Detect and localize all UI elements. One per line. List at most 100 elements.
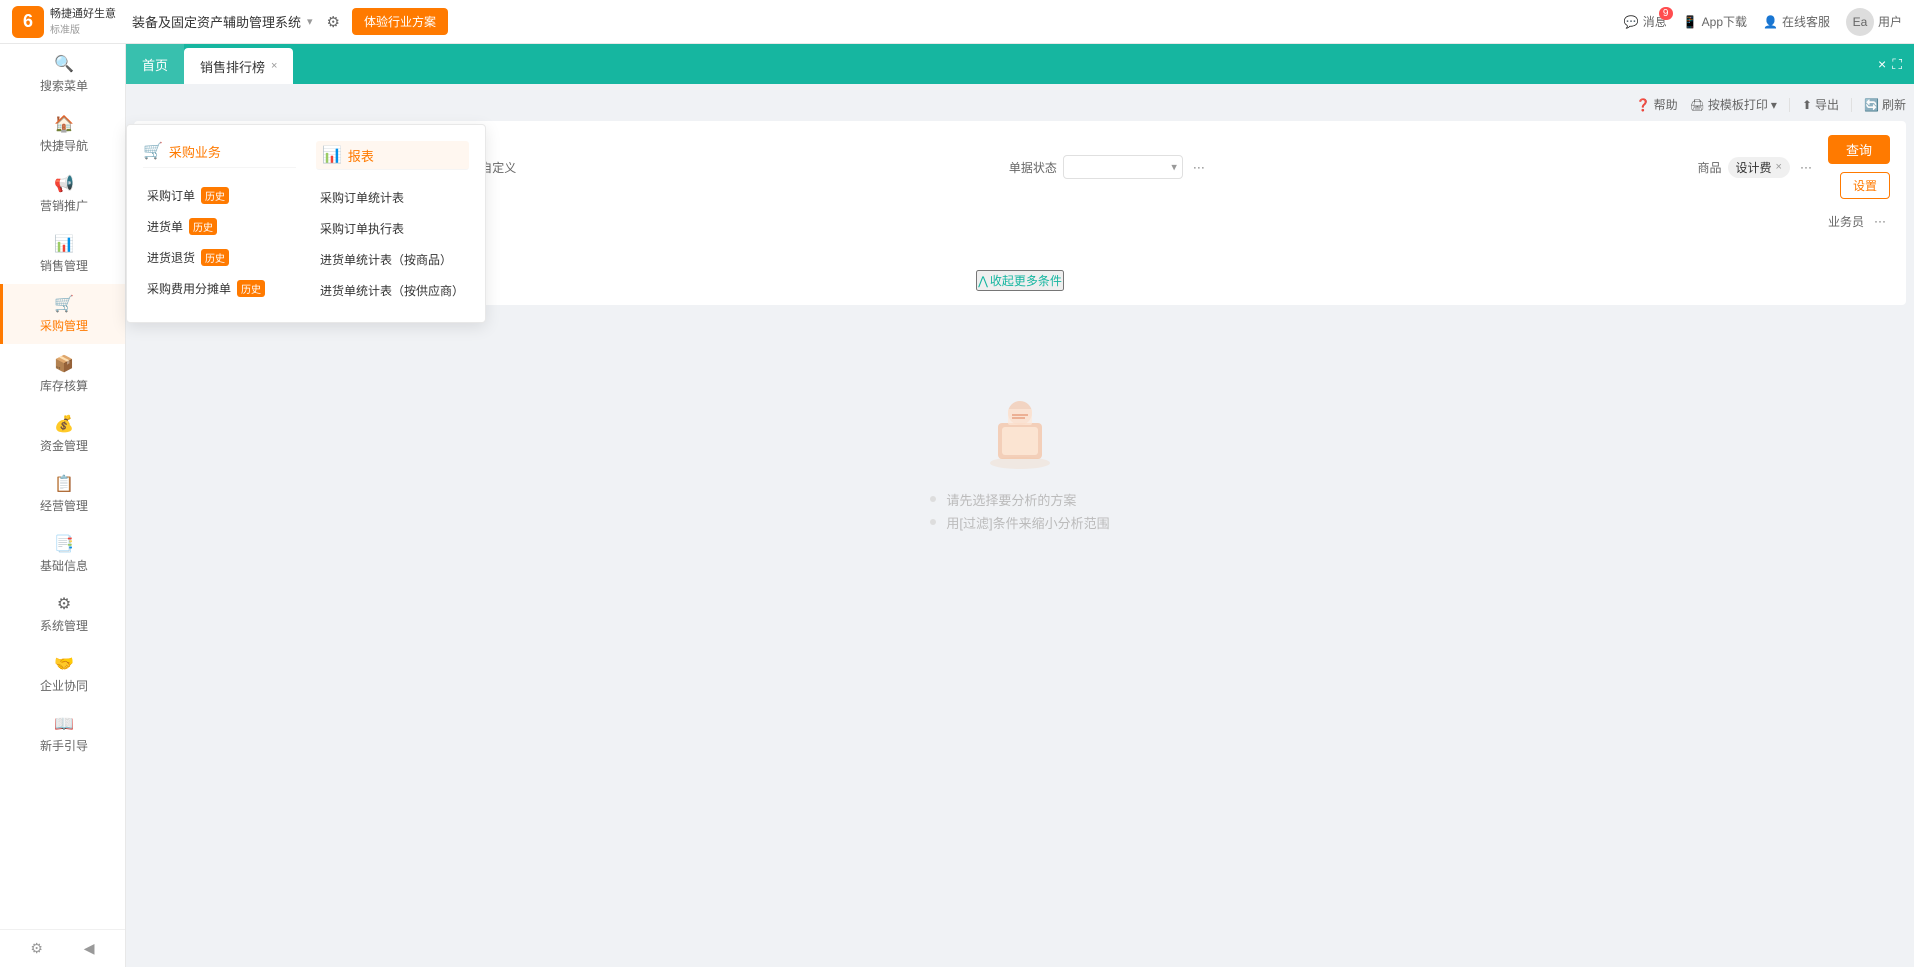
toolbar-divider2 [1851, 98, 1852, 112]
finance-label: 资金管理 [40, 437, 88, 454]
message-btn[interactable]: 💬 消息 9 [1624, 13, 1667, 30]
help-icon: ❓ [1636, 98, 1651, 112]
page-body: 🛒 采购业务 采购订单历史进货单历史进货退货历史采购费用分摊单历史 📊 报表 采… [126, 84, 1914, 616]
doc-status-label: 单据状态 [1009, 159, 1057, 176]
salesman-more[interactable]: ··· [1870, 214, 1890, 228]
empty-state: 请先选择要分析的方案 用[过滤]条件来缩小分析范围 [126, 313, 1914, 616]
purchase-item-进货退货[interactable]: 进货退货历史 [143, 242, 296, 273]
search-btn[interactable]: 查询 [1828, 135, 1890, 164]
sales-icon: 📊 [54, 234, 74, 254]
user-avatar: Ea [1846, 8, 1874, 36]
window-expand-icon[interactable]: ⛶ [1892, 56, 1902, 73]
industry-btn[interactable]: 体验行业方案 [352, 8, 448, 35]
sidebar-item-operation[interactable]: 📋经营管理 [0, 464, 125, 524]
logo-area: 6 畅捷通好生意 标准版 [12, 6, 116, 38]
sidebar-item-marketing[interactable]: 📢营销推广 [0, 164, 125, 224]
purchase-title-icon: 🛒 [143, 141, 163, 161]
export-btn[interactable]: ⬆ 导出 [1802, 96, 1839, 113]
hist-badge: 历史 [189, 218, 217, 235]
refresh-btn[interactable]: 🔄 刷新 [1864, 96, 1906, 113]
sidebar-item-sales[interactable]: 📊 销售管理 [0, 224, 125, 284]
goods-label: 商品 [1698, 159, 1722, 176]
report-item-采购订单执行表[interactable]: 采购订单执行表 [316, 213, 469, 244]
guide-icon: 📖 [54, 714, 74, 734]
doc-status-more[interactable]: ··· [1189, 160, 1209, 174]
sidebar-collapse-icon[interactable]: ◀ [84, 940, 95, 957]
logo-text: 畅捷通好生意 [50, 7, 116, 21]
print-btn[interactable]: 🖨 按模板打印 ▾ [1690, 96, 1777, 113]
report-item-进货单统计表（按商品）[interactable]: 进货单统计表（按商品） [316, 244, 469, 275]
basic-info-label: 基础信息 [40, 557, 88, 574]
sidebar-item-enterprise[interactable]: 🤝企业协同 [0, 644, 125, 704]
settings-icon[interactable]: ⚙ [327, 13, 340, 31]
purchase-col: 🛒 采购业务 采购订单历史进货单历史进货退货历史采购费用分摊单历史 [143, 141, 296, 306]
finance-icon: 💰 [54, 414, 74, 434]
main-area: 🔍搜索菜单🏠快捷导航📢营销推广 📊 销售管理 🛒采购管理📦库存核算 💰 资金管理 📋经营管理… [0, 44, 1914, 967]
phone-icon: 📱 [1683, 15, 1698, 29]
sidebar-item-basic-info[interactable]: 📑 基础信息 [0, 524, 125, 584]
tab-sales-rank[interactable]: 销售排行榜 × [184, 48, 293, 84]
sidebar-item-search[interactable]: 🔍搜索菜单 [0, 44, 125, 104]
empty-illustration [970, 393, 1070, 473]
sidebar-item-system[interactable]: ⚙系统管理 [0, 584, 125, 644]
report-items-list: 采购订单统计表采购订单执行表进货单统计表（按商品）进货单统计表（按供应商） [316, 182, 469, 306]
sidebar-item-guide[interactable]: 📖新手引导 [0, 704, 125, 764]
report-col: 📊 报表 采购订单统计表采购订单执行表进货单统计表（按商品）进货单统计表（按供应… [316, 141, 469, 306]
app-download-btn[interactable]: 📱 App下载 [1683, 13, 1747, 30]
search-label: 搜索菜单 [40, 77, 88, 94]
empty-icon [970, 393, 1070, 473]
set-btn[interactable]: 设置 [1840, 172, 1890, 199]
toolbar: ❓ 帮助 🖨 按模板打印 ▾ ⬆ 导出 🔄 [126, 84, 1914, 121]
help-btn[interactable]: ❓ 帮助 [1636, 96, 1678, 113]
tab-sales-rank-label: 销售排行榜 [200, 57, 265, 76]
purchase-items-list: 采购订单历史进货单历史进货退货历史采购费用分摊单历史 [143, 180, 296, 304]
export-icon: ⬆ [1802, 98, 1812, 112]
user-area[interactable]: Ea 用户 [1846, 8, 1902, 36]
purchase-col-title: 🛒 采购业务 [143, 141, 296, 168]
enterprise-icon: 🤝 [54, 654, 74, 674]
sidebar-item-finance[interactable]: 💰 资金管理 [0, 404, 125, 464]
sidebar-item-quick-nav[interactable]: 🏠快捷导航 [0, 104, 125, 164]
quick-nav-icon: 🏠 [54, 114, 74, 134]
doc-status-wrapper [1063, 155, 1183, 179]
message-icon: 💬 [1624, 15, 1639, 29]
system-title: 装备及固定资产辅助管理系统 [132, 12, 301, 31]
system-title-area: 装备及固定资产辅助管理系统 ▾ ⚙ [132, 12, 340, 31]
collapse-label: 收起更多条件 [990, 272, 1062, 289]
report-item-进货单统计表（按供应商）[interactable]: 进货单统计表（按供应商） [316, 275, 469, 306]
system-dropdown-arrow[interactable]: ▾ [307, 15, 313, 28]
system-icon: ⚙ [57, 594, 71, 614]
logo-text-area: 畅捷通好生意 标准版 [50, 7, 116, 36]
sidebar-settings-icon[interactable]: ⚙ [30, 940, 43, 957]
sidebar-item-purchase[interactable]: 🛒采购管理 [0, 284, 125, 344]
report-col-title-label: 报表 [348, 146, 374, 165]
report-item-采购订单统计表[interactable]: 采购订单统计表 [316, 182, 469, 213]
goods-more[interactable]: ··· [1796, 160, 1816, 174]
sales-label: 销售管理 [40, 257, 88, 274]
report-title-icon: 📊 [322, 145, 342, 165]
purchase-icon: 🛒 [54, 294, 74, 314]
doc-status-select[interactable] [1063, 155, 1183, 179]
goods-tag-close[interactable]: × [1776, 161, 1782, 173]
app-download-label: App下载 [1702, 13, 1747, 30]
purchase-item-采购费用分摊单[interactable]: 采购费用分摊单历史 [143, 273, 296, 304]
tab-bar-actions: × ⛶ [1878, 56, 1914, 73]
collapse-btn[interactable]: ⋀ 收起更多条件 [976, 270, 1064, 291]
doc-status-filter: 单据状态 ··· [1009, 155, 1209, 179]
basic-info-icon: 📑 [54, 534, 74, 554]
goods-tag-text: 设计费 [1736, 159, 1772, 176]
service-icon: 👤 [1763, 15, 1778, 29]
sidebar-item-inventory[interactable]: 📦库存核算 [0, 344, 125, 404]
collapse-arrow: ⋀ [978, 274, 988, 288]
tab-close-icon[interactable]: × [271, 60, 277, 72]
window-close-icon[interactable]: × [1878, 56, 1886, 72]
print-arrow: ▾ [1771, 98, 1777, 112]
hist-badge: 历史 [237, 280, 265, 297]
goods-filter: 商品 设计费 × ··· [1698, 157, 1816, 178]
print-label: 按模板打印 [1708, 96, 1768, 113]
salesman-label: 业务员 [1828, 213, 1864, 230]
online-service-btn[interactable]: 👤 在线客服 [1763, 13, 1830, 30]
tab-home[interactable]: 首页 [126, 44, 184, 84]
purchase-item-进货单[interactable]: 进货单历史 [143, 211, 296, 242]
purchase-item-采购订单[interactable]: 采购订单历史 [143, 180, 296, 211]
